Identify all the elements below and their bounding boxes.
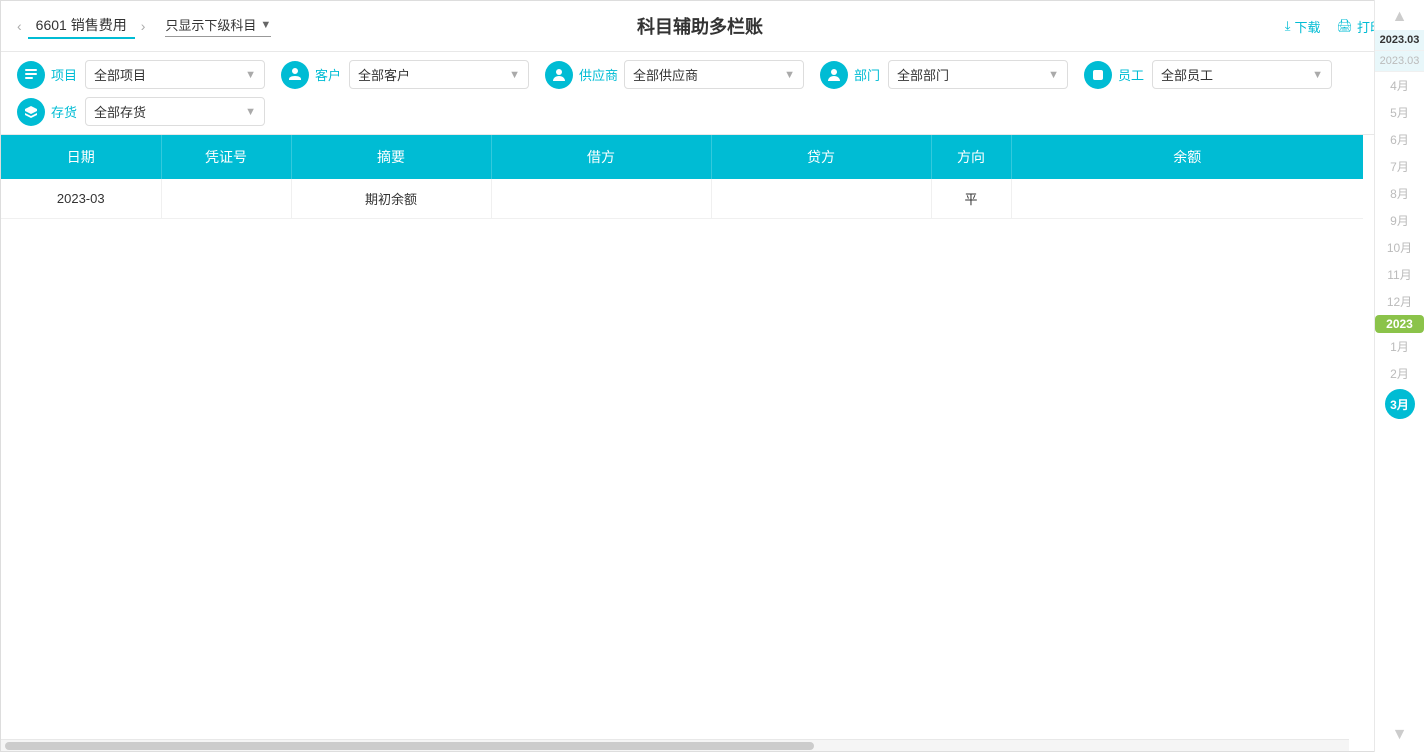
project-select[interactable]: 全部项目 ▼ <box>85 60 265 89</box>
employee-value: 全部员工 <box>1161 65 1213 84</box>
timeline-month-8[interactable]: 8月 <box>1375 180 1424 207</box>
customer-select[interactable]: 全部客户 ▼ <box>349 60 529 89</box>
supplier-arrow-icon: ▼ <box>784 69 795 81</box>
inventory-arrow-icon: ▼ <box>245 106 256 118</box>
prev-account-btn[interactable]: ‹ <box>17 18 22 34</box>
ledger-table-container: 日期 凭证号 摘要 借方 贷方 方向 余额 2023-03 期初余额 平 <box>1 135 1363 219</box>
timeline-month-4[interactable]: 4月 <box>1375 72 1424 99</box>
timeline-panel: ▲ 2023.03 2023.03 4月 5月 6月 7月 8月 9月 10月 … <box>1374 0 1424 752</box>
filter-group-employee: 员工 全部员工 ▼ <box>1084 60 1332 89</box>
employee-arrow-icon: ▼ <box>1312 69 1323 81</box>
col-summary: 摘要 <box>291 135 491 179</box>
filter-group-supplier: 供应商 全部供应商 ▼ <box>545 60 804 89</box>
filter-group-inventory: 存货 全部存货 ▼ <box>17 97 265 126</box>
col-voucher: 凭证号 <box>161 135 291 179</box>
supplier-select[interactable]: 全部供应商 ▼ <box>624 60 804 89</box>
employee-icon <box>1084 61 1112 89</box>
timeline-month-1[interactable]: 1月 <box>1375 333 1424 360</box>
next-account-btn[interactable]: › <box>141 18 146 34</box>
inventory-select[interactable]: 全部存货 ▼ <box>85 97 265 126</box>
timeline-month-2[interactable]: 2月 <box>1375 360 1424 387</box>
col-date: 日期 <box>1 135 161 179</box>
cell-date: 2023-03 <box>1 179 161 219</box>
table-row: 2023-03 期初余额 平 <box>1 179 1363 219</box>
customer-arrow-icon: ▼ <box>509 69 520 81</box>
supplier-label: 供应商 <box>579 65 618 84</box>
col-balance: 余额 <box>1011 135 1363 179</box>
timeline-month-5[interactable]: 5月 <box>1375 99 1424 126</box>
account-label: 6601 销售费用 <box>28 13 135 39</box>
download-button[interactable]: ⤓ 下载 <box>1285 17 1321 36</box>
inventory-icon <box>17 98 45 126</box>
table-header-row: 日期 凭证号 摘要 借方 贷方 方向 余额 <box>1 135 1363 179</box>
customer-label: 客户 <box>315 65 343 84</box>
horizontal-scrollbar[interactable] <box>1 739 1349 751</box>
department-icon <box>820 61 848 89</box>
department-value: 全部部门 <box>897 65 949 84</box>
employee-select[interactable]: 全部员工 ▼ <box>1152 60 1332 89</box>
timeline-month-10[interactable]: 10月 <box>1375 234 1424 261</box>
col-debit: 借方 <box>491 135 711 179</box>
ledger-table: 日期 凭证号 摘要 借方 贷方 方向 余额 2023-03 期初余额 平 <box>1 135 1363 219</box>
scrollbar-thumb[interactable] <box>5 742 814 750</box>
supplier-value: 全部供应商 <box>633 65 698 84</box>
timeline-month-6[interactable]: 6月 <box>1375 126 1424 153</box>
cell-debit <box>491 179 711 219</box>
department-label: 部门 <box>854 65 882 84</box>
download-icon: ⤓ <box>1285 18 1291 34</box>
timeline-up-btn[interactable]: ▲ <box>1388 4 1412 30</box>
timeline-entry-2023-03-1[interactable]: 2023.03 <box>1375 30 1424 51</box>
show-sub-arrow-icon: ▼ <box>260 19 271 31</box>
project-arrow-icon: ▼ <box>245 69 256 81</box>
cell-balance <box>1011 179 1363 219</box>
timeline-month-7[interactable]: 7月 <box>1375 153 1424 180</box>
filter-group-department: 部门 全部部门 ▼ <box>820 60 1068 89</box>
cell-summary: 期初余额 <box>291 179 491 219</box>
filter-bar: 项目 全部项目 ▼ 客户 全部客户 ▼ 供应商 全部供应商 <box>1 52 1399 135</box>
timeline-month-12[interactable]: 12月 <box>1375 288 1424 315</box>
print-icon: 🖨 <box>1336 18 1353 34</box>
inventory-label: 存货 <box>51 102 79 121</box>
department-arrow-icon: ▼ <box>1048 69 1059 81</box>
supplier-icon <box>545 61 573 89</box>
col-direction: 方向 <box>931 135 1011 179</box>
timeline-entry-2023-03-2[interactable]: 2023.03 <box>1375 51 1424 72</box>
cell-direction: 平 <box>931 179 1011 219</box>
project-label: 项目 <box>51 65 79 84</box>
cell-credit <box>711 179 931 219</box>
employee-label: 员工 <box>1118 65 1146 84</box>
department-select[interactable]: 全部部门 ▼ <box>888 60 1068 89</box>
inventory-value: 全部存货 <box>94 102 146 121</box>
timeline-year-badge[interactable]: 2023 <box>1375 315 1424 333</box>
timeline-down-btn[interactable]: ▼ <box>1388 722 1412 748</box>
filter-group-customer: 客户 全部客户 ▼ <box>281 60 529 89</box>
timeline-month-11[interactable]: 11月 <box>1375 261 1424 288</box>
page-title: 科目辅助多栏账 <box>637 13 763 39</box>
account-nav: ‹ 6601 销售费用 › <box>17 13 145 39</box>
customer-icon <box>281 61 309 89</box>
project-value: 全部项目 <box>94 65 146 84</box>
timeline-month-9[interactable]: 9月 <box>1375 207 1424 234</box>
header: ‹ 6601 销售费用 › 只显示下级科目 ▼ 科目辅助多栏账 ⤓ 下载 🖨 打… <box>1 1 1399 52</box>
customer-value: 全部客户 <box>358 65 410 84</box>
filter-group-project: 项目 全部项目 ▼ <box>17 60 265 89</box>
show-sub-dropdown[interactable]: 只显示下级科目 ▼ <box>165 15 271 37</box>
project-icon <box>17 61 45 89</box>
col-credit: 贷方 <box>711 135 931 179</box>
timeline-month-3-active[interactable]: 3月 <box>1385 389 1415 419</box>
cell-voucher <box>161 179 291 219</box>
